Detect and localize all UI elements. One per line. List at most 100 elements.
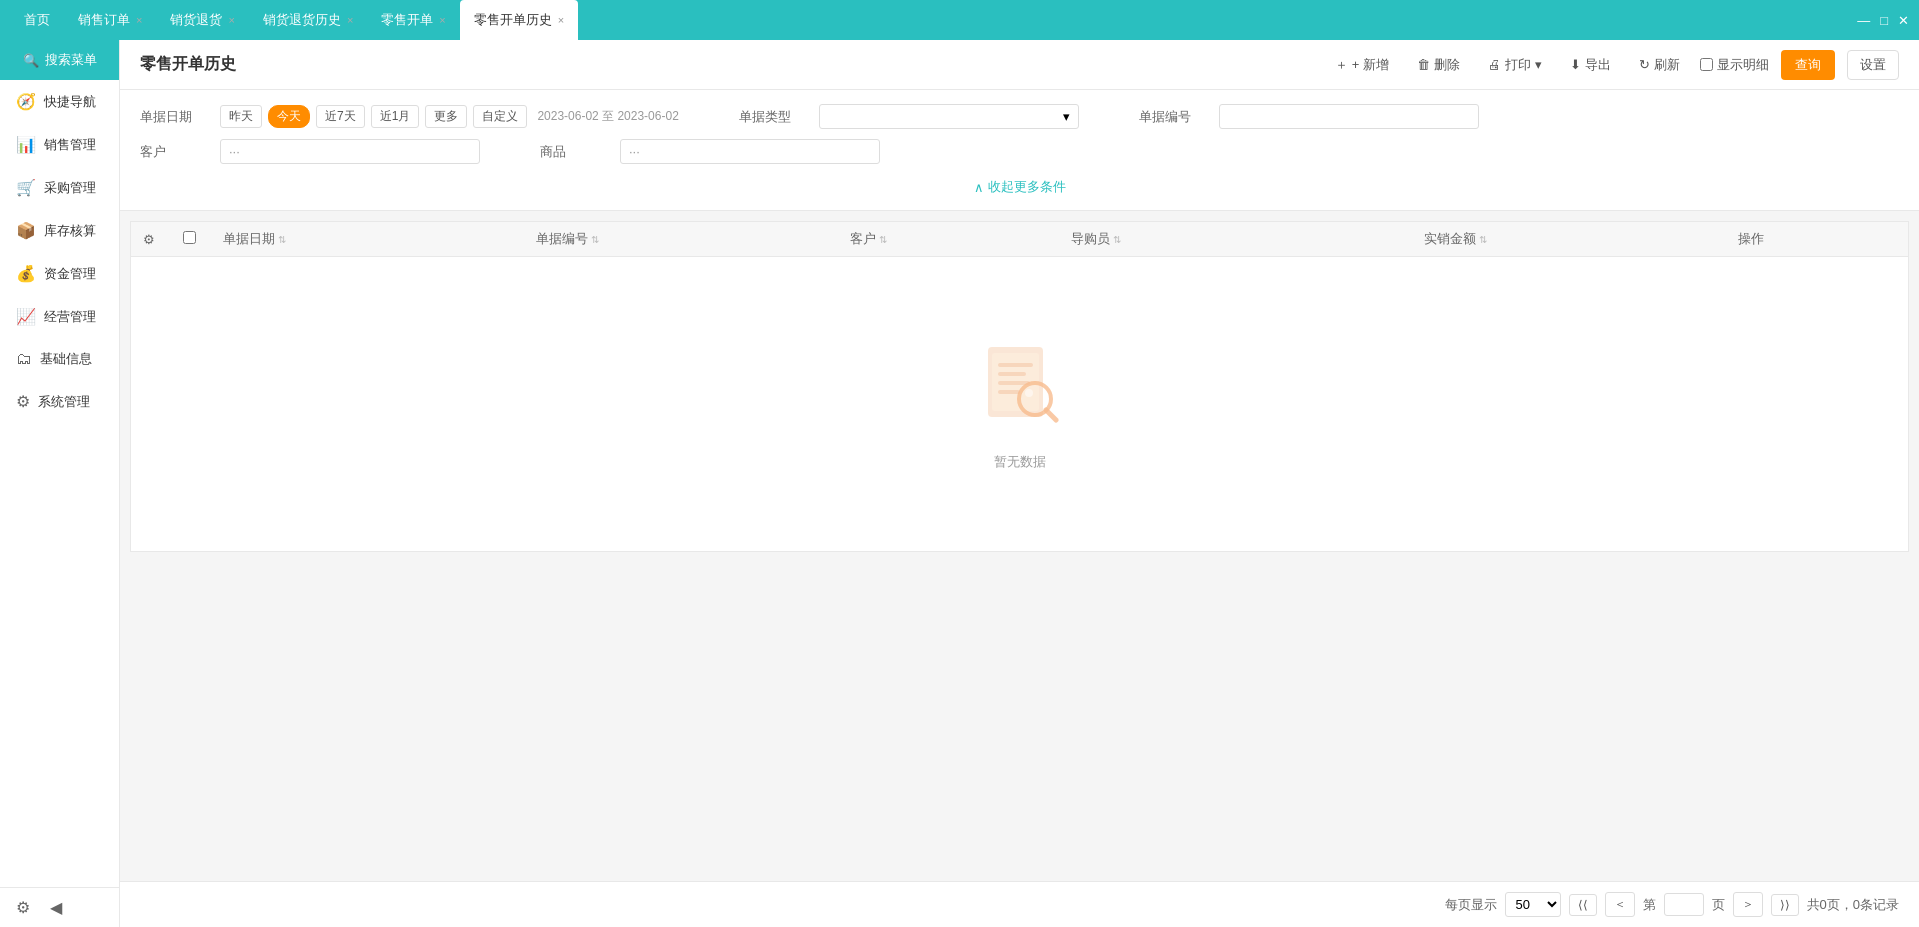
maximize-btn[interactable]: □ — [1880, 13, 1888, 28]
close-icon[interactable]: × — [136, 14, 142, 26]
sort-customer[interactable]: 客户 ⇅ — [850, 230, 887, 248]
query-button[interactable]: 查询 — [1781, 50, 1835, 80]
refresh-button[interactable]: ↻ 刷新 — [1631, 52, 1688, 78]
sort-date[interactable]: 单据日期 ⇅ — [223, 230, 286, 248]
delete-button[interactable]: 🗑 删除 — [1409, 52, 1468, 78]
page-title: 零售开单历史 — [140, 54, 236, 75]
sidebar-item-finance[interactable]: 💰 资金管理 — [0, 252, 119, 295]
add-button[interactable]: ＋ + 新增 — [1327, 52, 1397, 78]
show-detail-input[interactable] — [1700, 58, 1713, 71]
th-number: 单据编号 ⇅ — [524, 222, 838, 257]
tab-retail-open[interactable]: 零售开单 × — [367, 0, 459, 40]
date-more[interactable]: 更多 — [425, 105, 467, 128]
th-customer: 客户 ⇅ — [838, 222, 1058, 257]
close-icon[interactable]: × — [439, 14, 445, 26]
svg-point-8 — [1025, 389, 1033, 397]
empty-icon — [970, 337, 1070, 437]
chevron-up-icon: ∧ — [974, 180, 984, 195]
svg-rect-3 — [998, 372, 1026, 376]
sidebar-item-nav[interactable]: 🧭 快捷导航 — [0, 80, 119, 123]
total-info: 共0页，0条记录 — [1807, 896, 1899, 914]
th-date: 单据日期 ⇅ — [211, 222, 525, 257]
sidebar-item-purchase[interactable]: 🛒 采购管理 — [0, 166, 119, 209]
sidebar-item-system[interactable]: ⚙ 系统管理 — [0, 380, 119, 423]
tab-sales-order[interactable]: 销售订单 × — [64, 0, 156, 40]
sort-icon: ⇅ — [591, 234, 599, 245]
table-header-row: ⚙ 单据日期 ⇅ 单据编号 — [131, 222, 1909, 257]
number-label: 单据编号 — [1139, 108, 1199, 126]
top-bar: 首页 销售订单 × 销货退货 × 销货退货历史 × 零售开单 × 零售开单历史 … — [0, 0, 1919, 40]
filter-row-2: 客户 ··· 商品 ··· — [140, 139, 1899, 164]
sidebar-item-operation[interactable]: 📈 经营管理 — [0, 295, 119, 338]
content-header: 零售开单历史 ＋ + 新增 🗑 删除 🖨 打印 ▾ ⬇ 导出 — [120, 40, 1919, 90]
settings-button[interactable]: 设置 — [1847, 50, 1899, 80]
customer-select[interactable]: ··· — [220, 139, 480, 164]
export-button[interactable]: ⬇ 导出 — [1562, 52, 1619, 78]
settings-icon[interactable]: ⚙ — [16, 898, 30, 917]
table-container: ⚙ 单据日期 ⇅ 单据编号 — [120, 211, 1919, 881]
page-suffix-label: 页 — [1712, 896, 1725, 914]
date-yesterday[interactable]: 昨天 — [220, 105, 262, 128]
sort-icon: ⇅ — [879, 234, 887, 245]
add-icon: ＋ — [1335, 56, 1348, 74]
type-select[interactable]: ▾ — [819, 104, 1079, 129]
date-buttons: 昨天 今天 近7天 近1月 更多 自定义 2023-06-02 至 2023-0… — [220, 105, 679, 128]
empty-text: 暂无数据 — [994, 453, 1046, 471]
page-number-input[interactable]: 1 — [1664, 893, 1704, 916]
sidebar-bottom: ⚙ ◀ — [0, 887, 119, 927]
prev-page-btn[interactable]: ＜ — [1605, 892, 1635, 917]
collapse-sidebar-icon[interactable]: ◀ — [50, 898, 62, 917]
operation-icon: 📈 — [16, 307, 36, 326]
date-7days[interactable]: 近7天 — [316, 105, 365, 128]
sort-icon: ⇅ — [278, 234, 286, 245]
system-icon: ⚙ — [16, 392, 30, 411]
collapse-button[interactable]: ∧ 收起更多条件 — [140, 174, 1899, 200]
basic-info-icon: 🗂 — [16, 350, 32, 368]
next-page-btn[interactable]: ＞ — [1733, 892, 1763, 917]
sidebar-item-basic-info[interactable]: 🗂 基础信息 — [0, 338, 119, 380]
date-custom[interactable]: 自定义 — [473, 105, 527, 128]
search-menu-btn[interactable]: 🔍 搜索菜单 — [0, 40, 119, 80]
sort-salesperson[interactable]: 导购员 ⇅ — [1071, 230, 1121, 248]
date-1month[interactable]: 近1月 — [371, 105, 420, 128]
close-icon[interactable]: × — [347, 14, 353, 26]
empty-row: 暂无数据 — [131, 257, 1909, 552]
close-icon[interactable]: × — [228, 14, 234, 26]
sidebar-item-inventory[interactable]: 📦 库存核算 — [0, 209, 119, 252]
date-today[interactable]: 今天 — [268, 105, 310, 128]
close-window-btn[interactable]: ✕ — [1898, 13, 1909, 28]
tab-home[interactable]: 首页 — [10, 0, 64, 40]
minimize-btn[interactable]: — — [1857, 13, 1870, 28]
th-salesperson: 导购员 ⇅ — [1059, 222, 1326, 257]
number-input[interactable] — [1219, 104, 1479, 129]
delete-icon: 🗑 — [1417, 57, 1430, 72]
main-layout: 🔍 搜索菜单 🧭 快捷导航 📊 销售管理 🛒 采购管理 📦 库存核算 💰 资金管… — [0, 40, 1919, 927]
tab-sales-return[interactable]: 销货退货 × — [156, 0, 248, 40]
sidebar: 🔍 搜索菜单 🧭 快捷导航 📊 销售管理 🛒 采购管理 📦 库存核算 💰 资金管… — [0, 40, 120, 927]
per-page-label: 每页显示 — [1445, 896, 1497, 914]
goods-select[interactable]: ··· — [620, 139, 880, 164]
tab-sales-return-history[interactable]: 销货退货历史 × — [249, 0, 367, 40]
th-extra — [1326, 222, 1413, 257]
last-page-btn[interactable]: ⟩⟩ — [1771, 894, 1799, 916]
content-area: 零售开单历史 ＋ + 新增 🗑 删除 🖨 打印 ▾ ⬇ 导出 — [120, 40, 1919, 927]
sort-amount[interactable]: 实销金额 ⇅ — [1424, 230, 1487, 248]
print-icon: 🖨 — [1488, 57, 1501, 72]
sort-icon: ⇅ — [1113, 234, 1121, 245]
window-actions: — □ ✕ — [1857, 13, 1909, 28]
sort-number[interactable]: 单据编号 ⇅ — [536, 230, 599, 248]
sidebar-item-sales[interactable]: 📊 销售管理 — [0, 123, 119, 166]
close-icon[interactable]: × — [558, 14, 564, 26]
table-settings-icon[interactable]: ⚙ — [143, 232, 155, 247]
tab-retail-open-history[interactable]: 零售开单历史 × — [460, 0, 578, 40]
select-all-checkbox[interactable] — [183, 231, 196, 244]
th-actions: 操作 — [1726, 222, 1908, 257]
date-range-display: 2023-06-02 至 2023-06-02 — [537, 108, 678, 125]
print-button[interactable]: 🖨 打印 ▾ — [1480, 52, 1550, 78]
show-detail-checkbox[interactable]: 显示明细 — [1700, 56, 1769, 74]
refresh-icon: ↻ — [1639, 57, 1650, 72]
per-page-select[interactable]: 20 50 100 — [1505, 892, 1561, 917]
filter-row-1: 单据日期 昨天 今天 近7天 近1月 更多 自定义 2023-06-02 至 2… — [140, 104, 1899, 129]
first-page-btn[interactable]: ⟨⟨ — [1569, 894, 1597, 916]
table-body: 暂无数据 — [131, 257, 1909, 552]
